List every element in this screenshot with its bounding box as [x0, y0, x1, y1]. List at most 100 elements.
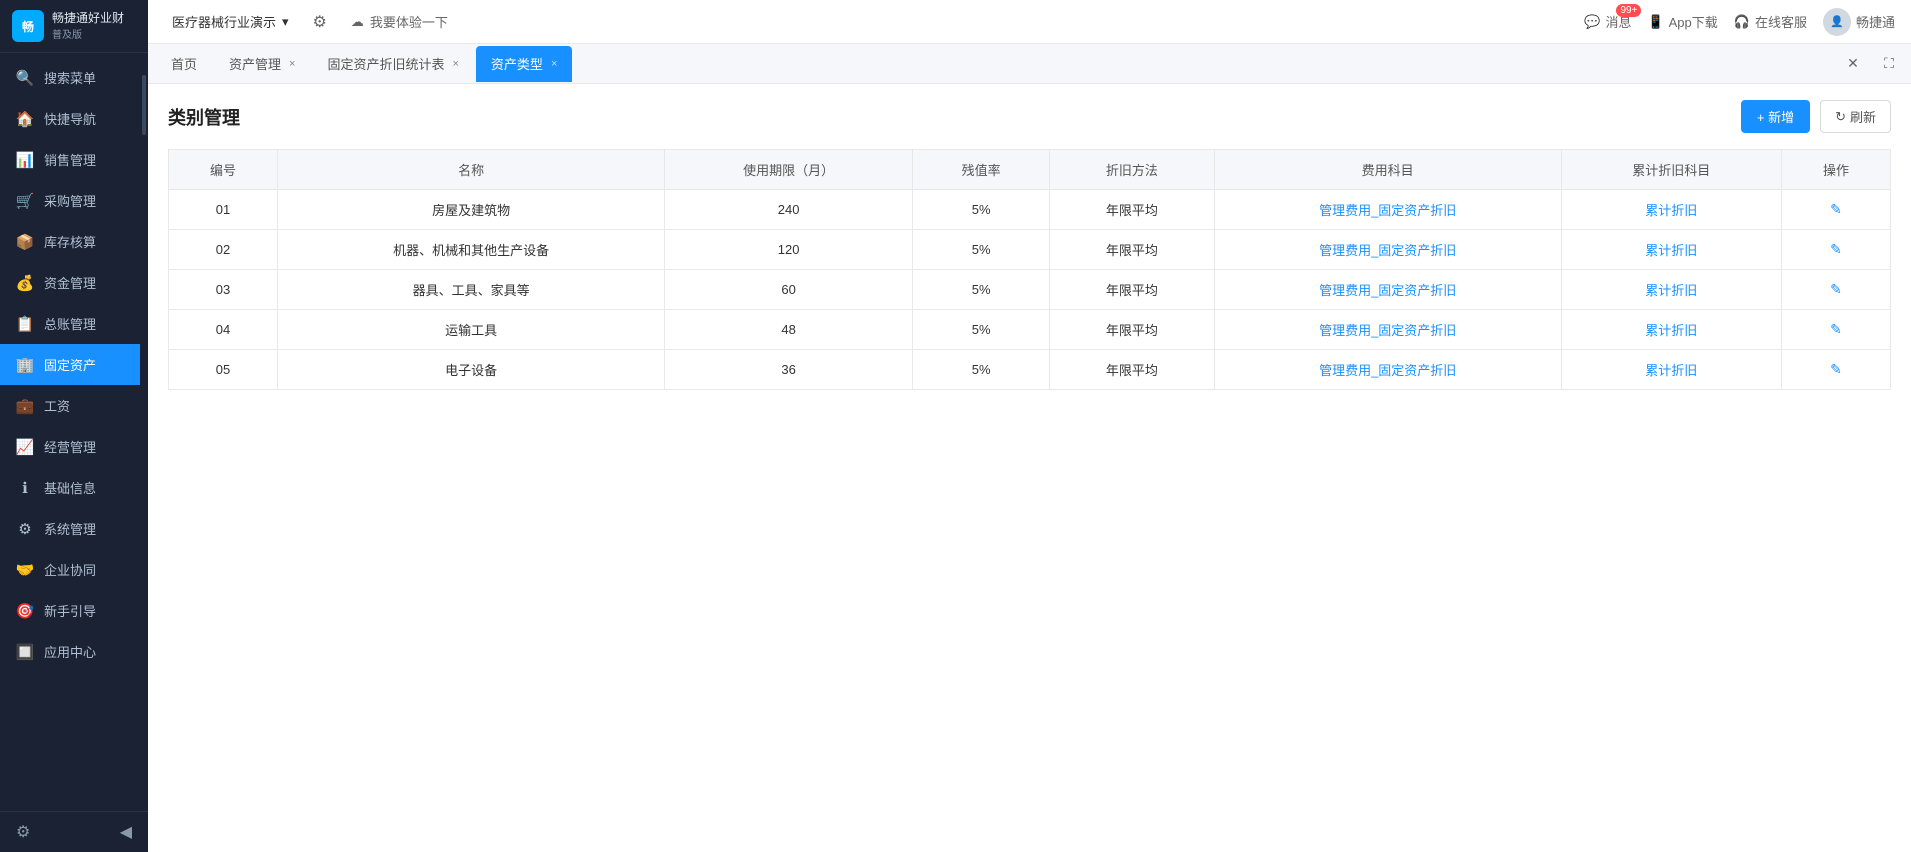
- sidebar-item-label: 新手引导: [44, 601, 96, 620]
- tab-close-icon[interactable]: ×: [551, 58, 557, 70]
- accum-link[interactable]: 累计折旧: [1645, 203, 1697, 218]
- apps-icon: 🔲: [16, 643, 34, 661]
- sidebar-item-apps[interactable]: 🔲 应用中心: [0, 631, 140, 672]
- cell-code: 02: [169, 230, 278, 270]
- user-label: 畅捷通: [1856, 12, 1895, 31]
- edit-icon[interactable]: ✎: [1830, 281, 1842, 297]
- topbar-settings-icon[interactable]: ⚙: [309, 8, 331, 36]
- basic-icon: ℹ: [16, 479, 34, 497]
- edit-icon[interactable]: ✎: [1830, 321, 1842, 337]
- cell-action: ✎: [1781, 190, 1890, 230]
- table-row: 02 机器、机械和其他生产设备 120 5% 年限平均 管理费用_固定资产折旧 …: [169, 230, 1891, 270]
- cell-code: 01: [169, 190, 278, 230]
- cell-period: 36: [665, 350, 913, 390]
- company-selector[interactable]: 医疗器械行业演示 ▾: [164, 8, 297, 35]
- user-profile[interactable]: 👤 畅捷通: [1823, 8, 1895, 36]
- topbar: 医疗器械行业演示 ▾ ⚙ ☁ 我要体验一下 💬 消息 99+ 📱 App下载 🎧…: [148, 0, 1911, 44]
- data-table: 编号名称使用期限（月）残值率折旧方法费用科目累计折旧科目操作 01 房屋及建筑物…: [168, 149, 1891, 390]
- edit-icon[interactable]: ✎: [1830, 241, 1842, 257]
- table-row: 04 运输工具 48 5% 年限平均 管理费用_固定资产折旧 累计折旧 ✎: [169, 310, 1891, 350]
- cell-cost: 管理费用_固定资产折旧: [1214, 230, 1561, 270]
- cell-cost: 管理费用_固定资产折旧: [1214, 270, 1561, 310]
- sidebar-item-inventory[interactable]: 📦 库存核算: [0, 221, 140, 262]
- sidebar-item-finance[interactable]: 💰 资金管理: [0, 262, 140, 303]
- online-service-action[interactable]: 🎧 在线客服: [1734, 12, 1807, 31]
- tab-资产类型[interactable]: 资产类型×: [476, 46, 572, 82]
- inventory-icon: 📦: [16, 233, 34, 251]
- sidebar-item-search[interactable]: 🔍 搜索菜单: [0, 57, 140, 98]
- sidebar-item-purchase[interactable]: 🛒 采购管理: [0, 180, 140, 221]
- tab-close-icon[interactable]: ×: [452, 58, 458, 70]
- main-area: 医疗器械行业演示 ▾ ⚙ ☁ 我要体验一下 💬 消息 99+ 📱 App下载 🎧…: [148, 0, 1911, 852]
- cost-link[interactable]: 管理费用_固定资产折旧: [1319, 363, 1456, 378]
- accum-link[interactable]: 累计折旧: [1645, 243, 1697, 258]
- cost-link[interactable]: 管理费用_固定资产折旧: [1319, 243, 1456, 258]
- sidebar-item-fixed[interactable]: 🏢 固定资产: [0, 344, 140, 385]
- cell-name: 运输工具: [278, 310, 665, 350]
- settings-footer-icon[interactable]: ⚙: [16, 822, 30, 842]
- tab-close-icon[interactable]: ×: [289, 58, 295, 70]
- sidebar-item-operation[interactable]: 📈 经营管理: [0, 426, 140, 467]
- sales-icon: 📊: [16, 151, 34, 169]
- cost-link[interactable]: 管理费用_固定资产折旧: [1319, 283, 1456, 298]
- message-badge: 99+: [1616, 4, 1641, 17]
- cell-method: 年限平均: [1050, 270, 1215, 310]
- cell-accum: 累计折旧: [1561, 190, 1781, 230]
- cost-link[interactable]: 管理费用_固定资产折旧: [1319, 203, 1456, 218]
- cell-accum: 累计折旧: [1561, 350, 1781, 390]
- sidebar-item-ledger[interactable]: 📋 总账管理: [0, 303, 140, 344]
- scrollbar-thumb[interactable]: [142, 75, 146, 135]
- cell-name: 房屋及建筑物: [278, 190, 665, 230]
- sidebar-item-enterprise[interactable]: 🤝 企业协同: [0, 549, 140, 590]
- tab-label: 资产管理: [229, 54, 281, 73]
- table-header-cell: 名称: [278, 150, 665, 190]
- cell-name: 电子设备: [278, 350, 665, 390]
- collapse-icon[interactable]: ◀: [120, 822, 132, 842]
- online-service-label: 在线客服: [1755, 12, 1807, 31]
- accum-link[interactable]: 累计折旧: [1645, 283, 1697, 298]
- table-header-cell: 使用期限（月）: [665, 150, 913, 190]
- sidebar-item-salary[interactable]: 💼 工资: [0, 385, 140, 426]
- table-body: 01 房屋及建筑物 240 5% 年限平均 管理费用_固定资产折旧 累计折旧 ✎…: [169, 190, 1891, 390]
- app-subtitle: 普及版: [52, 26, 124, 41]
- sidebar-item-quicknav[interactable]: 🏠 快捷导航: [0, 98, 140, 139]
- app-logo: 畅: [12, 10, 44, 42]
- sidebar-item-basic[interactable]: ℹ 基础信息: [0, 467, 140, 508]
- refresh-button[interactable]: ↻ 刷新: [1820, 100, 1891, 133]
- sidebar-item-sales[interactable]: 📊 销售管理: [0, 139, 140, 180]
- sidebar-scrollbar[interactable]: [140, 53, 148, 811]
- refresh-label: 刷新: [1850, 107, 1876, 126]
- message-action[interactable]: 💬 消息 99+: [1584, 12, 1631, 31]
- sidebar-item-label: 采购管理: [44, 191, 96, 210]
- window-controls: ✕ ⛶: [1839, 50, 1903, 78]
- purchase-icon: 🛒: [16, 192, 34, 210]
- fixed-icon: 🏢: [16, 356, 34, 374]
- app-download-action[interactable]: 📱 App下载: [1647, 12, 1717, 31]
- sidebar-nav: 🔍 搜索菜单 🏠 快捷导航 📊 销售管理 🛒 采购管理 📦 库存核算 💰 资金管…: [0, 53, 140, 811]
- cell-residual: 5%: [913, 270, 1050, 310]
- maximize-window-button[interactable]: ⛶: [1875, 50, 1903, 78]
- enterprise-icon: 🤝: [16, 561, 34, 579]
- tab-固定资产折旧统计表[interactable]: 固定资产折旧统计表×: [312, 46, 473, 82]
- close-window-button[interactable]: ✕: [1839, 50, 1867, 78]
- accum-link[interactable]: 累计折旧: [1645, 323, 1697, 338]
- cell-cost: 管理费用_固定资产折旧: [1214, 190, 1561, 230]
- cell-residual: 5%: [913, 190, 1050, 230]
- sidebar-item-label: 工资: [44, 396, 70, 415]
- accum-link[interactable]: 累计折旧: [1645, 363, 1697, 378]
- edit-icon[interactable]: ✎: [1830, 201, 1842, 217]
- tab-首页[interactable]: 首页: [156, 46, 212, 82]
- cell-code: 03: [169, 270, 278, 310]
- edit-icon[interactable]: ✎: [1830, 361, 1842, 377]
- tab-资产管理[interactable]: 资产管理 ×: [214, 46, 310, 82]
- table-row: 01 房屋及建筑物 240 5% 年限平均 管理费用_固定资产折旧 累计折旧 ✎: [169, 190, 1891, 230]
- finance-icon: 💰: [16, 274, 34, 292]
- cost-link[interactable]: 管理费用_固定资产折旧: [1319, 323, 1456, 338]
- sidebar-item-label: 基础信息: [44, 478, 96, 497]
- sidebar-item-system[interactable]: ⚙ 系统管理: [0, 508, 140, 549]
- ledger-icon: 📋: [16, 315, 34, 333]
- cell-residual: 5%: [913, 230, 1050, 270]
- new-button[interactable]: + 新增: [1741, 100, 1810, 133]
- sidebar-item-newbie[interactable]: 🎯 新手引导: [0, 590, 140, 631]
- experience-button[interactable]: ☁ 我要体验一下: [343, 8, 456, 35]
